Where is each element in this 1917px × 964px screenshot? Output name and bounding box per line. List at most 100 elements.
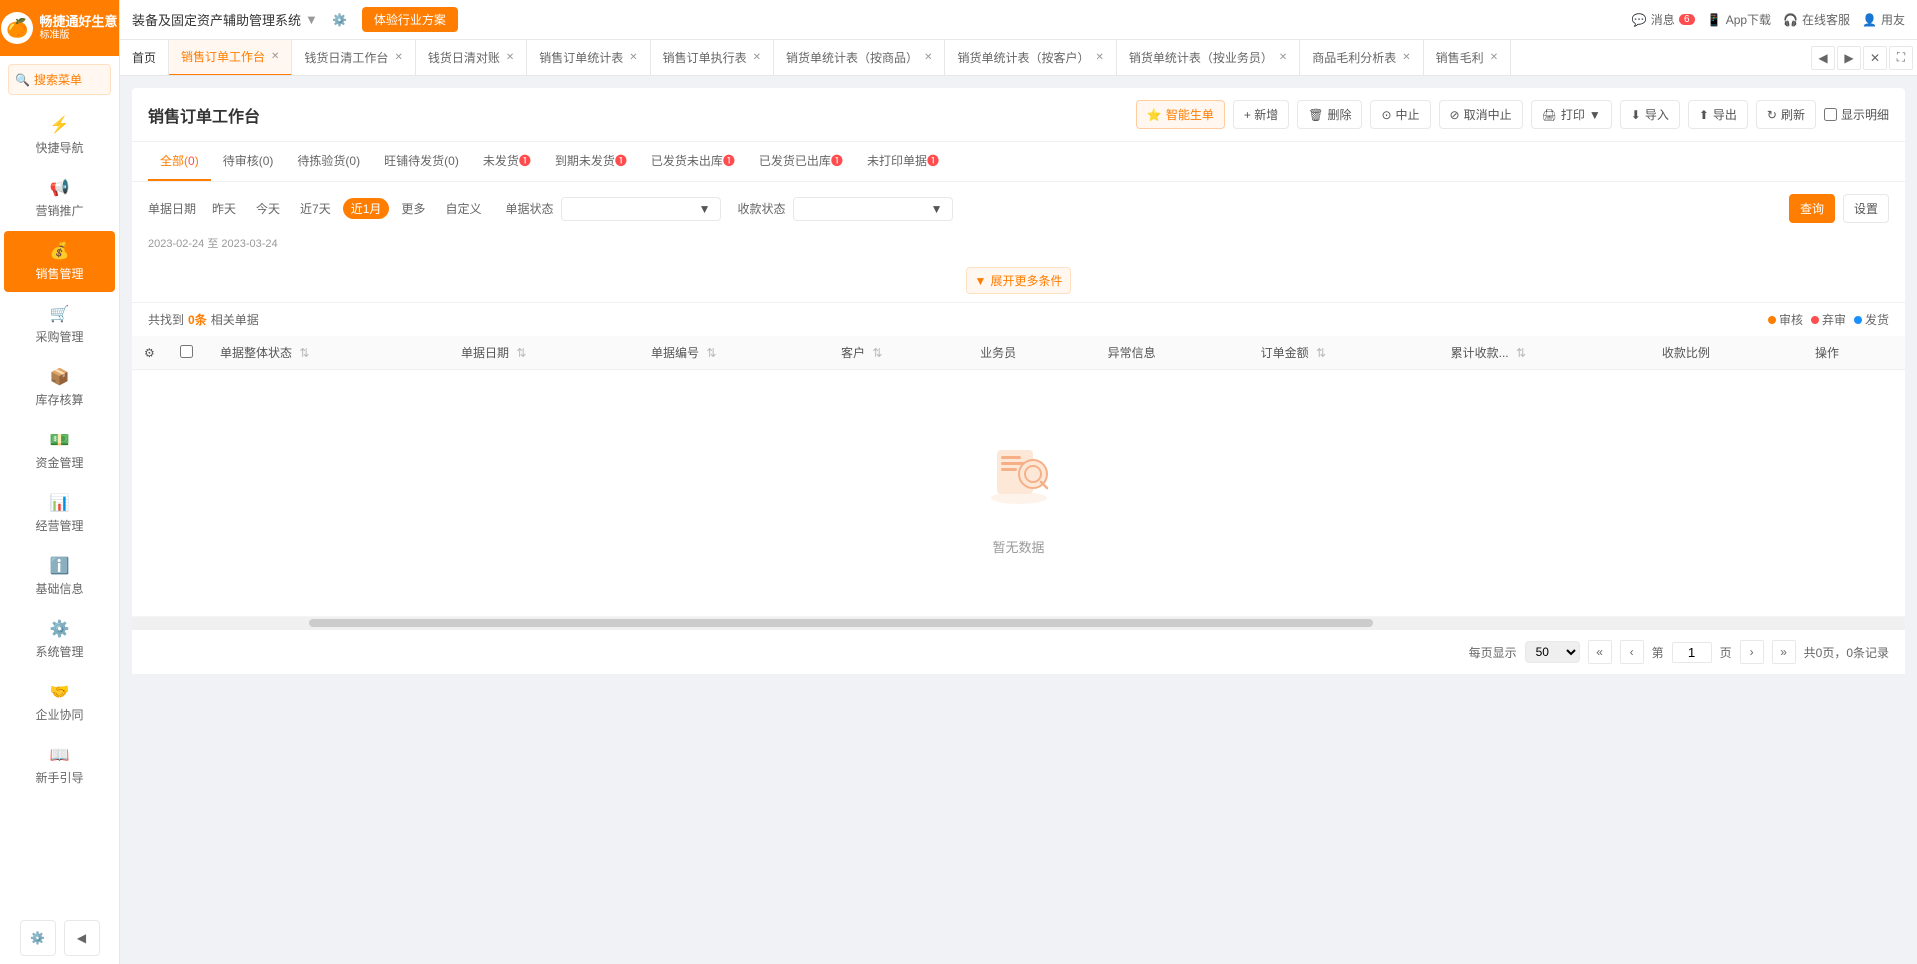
tab-sales-exec[interactable]: 销售订单执行表 ✕: [651, 40, 774, 76]
import-btn[interactable]: ⬇ 导入: [1620, 100, 1680, 129]
cancel-audit-btn[interactable]: 弃审: [1811, 311, 1846, 328]
page-input[interactable]: [1672, 642, 1712, 663]
message-btn[interactable]: 💬 消息 6: [1632, 11, 1695, 28]
tab-close-icon[interactable]: ✕: [506, 52, 514, 63]
col-doc-status[interactable]: 单据整体状态 ⇅: [208, 336, 449, 370]
tab-gross-margin[interactable]: 商品毛利分析表 ✕: [1300, 40, 1423, 76]
scrollbar-thumb[interactable]: [309, 619, 1373, 627]
sidebar-item-sales[interactable]: 💰 销售管理: [4, 231, 115, 292]
date-option-7days[interactable]: 近7天: [292, 198, 339, 219]
tab-close-icon[interactable]: ✕: [271, 51, 279, 62]
export-btn[interactable]: ⬆ 导出: [1688, 100, 1748, 129]
filter-tab-wangpu[interactable]: 旺铺待发货(0): [372, 142, 471, 181]
sidebar-item-shortcut[interactable]: ⚡ 快捷导航: [4, 105, 115, 166]
tab-close-icon[interactable]: ✕: [753, 52, 761, 63]
audit-btn[interactable]: 审核: [1768, 311, 1803, 328]
filter-tab-shipped-out[interactable]: 已发货已出库❶: [747, 142, 855, 181]
first-page-btn[interactable]: «: [1588, 640, 1612, 664]
sidebar-item-enterprise[interactable]: 🤝 企业协同: [4, 672, 115, 733]
date-option-custom[interactable]: 自定义: [437, 198, 489, 219]
sidebar-collapse-btn[interactable]: ◀: [64, 920, 100, 956]
filter-tab-overdue[interactable]: 到期未发货❶: [543, 142, 639, 181]
empty-row: 暂无数据: [132, 370, 1905, 617]
status-select[interactable]: ▼: [561, 197, 721, 221]
filter-tab-pending-audit[interactable]: 待审核(0): [211, 142, 286, 181]
filter-tab-pending-pick[interactable]: 待拣验货(0): [285, 142, 372, 181]
expand-conditions-btn[interactable]: ▼ 展开更多条件: [966, 267, 1072, 294]
sidebar-item-finance[interactable]: 💵 资金管理: [4, 420, 115, 481]
industry-solution-btn[interactable]: 体验行业方案: [362, 7, 458, 32]
tab-close-icon[interactable]: ✕: [1095, 52, 1103, 63]
col-doc-number[interactable]: 单据编号 ⇅: [639, 336, 829, 370]
col-customer[interactable]: 客户 ⇅: [829, 336, 968, 370]
select-all-checkbox[interactable]: [180, 345, 193, 358]
payment-select[interactable]: ▼: [793, 197, 953, 221]
search-menu-button[interactable]: 🔍 搜索菜单: [8, 64, 111, 95]
tab-cash-daily[interactable]: 钱货日清工作台 ✕: [292, 40, 415, 76]
filter-tab-unprinted[interactable]: 未打印单据❶: [855, 142, 951, 181]
next-page-btn[interactable]: ›: [1740, 640, 1764, 664]
new-btn[interactable]: + 新增: [1233, 100, 1289, 129]
tab-close-icon[interactable]: ✕: [1402, 52, 1410, 63]
sidebar-settings-btn[interactable]: ⚙️: [20, 920, 56, 956]
tab-sales-by-customer[interactable]: 销货单统计表（按客户） ✕: [945, 40, 1116, 76]
sidebar-item-management[interactable]: 📊 经营管理: [4, 483, 115, 544]
ship-btn[interactable]: 发货: [1854, 311, 1889, 328]
show-detail-checkbox[interactable]: 显示明细: [1824, 106, 1889, 123]
print-btn[interactable]: 🖨 打印 ▼: [1531, 100, 1612, 129]
col-order-amount[interactable]: 订单金额 ⇅: [1249, 336, 1439, 370]
date-option-today[interactable]: 今天: [248, 198, 288, 219]
tabs-scroll-right-btn[interactable]: ▶: [1837, 46, 1861, 70]
col-checkbox[interactable]: [168, 336, 208, 370]
date-option-more[interactable]: 更多: [393, 198, 433, 219]
tab-sales-margin[interactable]: 销售毛利 ✕: [1424, 40, 1511, 76]
sidebar-item-marketing[interactable]: 📢 营销推广: [4, 168, 115, 229]
date-option-yesterday[interactable]: 昨天: [204, 198, 244, 219]
show-detail-input[interactable]: [1824, 108, 1837, 121]
tab-cash-reconcile[interactable]: 钱货日清对账 ✕: [416, 40, 527, 76]
cancel-stop-btn[interactable]: ⊘ 取消中止: [1439, 100, 1523, 129]
app-download-btn[interactable]: 📱 App下载: [1707, 11, 1771, 28]
topbar-settings-btn[interactable]: ⚙️: [326, 6, 354, 34]
sidebar-item-inventory[interactable]: 📦 库存核算: [4, 357, 115, 418]
tabs-scroll-left-btn[interactable]: ◀: [1811, 46, 1835, 70]
col-cumulative-payment[interactable]: 累计收款... ⇅: [1439, 336, 1650, 370]
tab-sales-by-salesman[interactable]: 销货单统计表（按业务员） ✕: [1117, 40, 1300, 76]
user-menu-btn[interactable]: 👤 用友: [1862, 11, 1905, 28]
tabs-close-btn[interactable]: ✕: [1863, 46, 1887, 70]
horizontal-scrollbar[interactable]: [132, 617, 1905, 629]
filter-tab-shipped-not-out[interactable]: 已发货未出库❶: [639, 142, 747, 181]
col-doc-date[interactable]: 单据日期 ⇅: [449, 336, 639, 370]
delete-btn[interactable]: 🗑 删除: [1297, 100, 1362, 129]
tab-home[interactable]: 首页: [120, 40, 169, 76]
date-option-1month[interactable]: 近1月: [343, 198, 390, 219]
per-page-select[interactable]: 50 100 200: [1525, 641, 1580, 663]
tab-sales-by-product[interactable]: 销货单统计表（按商品） ✕: [774, 40, 945, 76]
stop-btn[interactable]: ⊙ 中止: [1370, 100, 1430, 129]
tab-sales-stats[interactable]: 销售订单统计表 ✕: [527, 40, 650, 76]
tab-label: 销售毛利: [1436, 49, 1484, 66]
tabs-maximize-btn[interactable]: ⛶: [1889, 46, 1913, 70]
tab-close-icon[interactable]: ✕: [1490, 52, 1498, 63]
sidebar-item-guide[interactable]: 📖 新手引导: [4, 735, 115, 796]
filter-settings-btn[interactable]: 设置: [1843, 194, 1889, 223]
last-page-btn[interactable]: »: [1772, 640, 1796, 664]
col-settings[interactable]: ⚙: [132, 336, 168, 370]
tab-close-icon[interactable]: ✕: [1279, 52, 1287, 63]
prev-page-btn[interactable]: ‹: [1620, 640, 1644, 664]
filter-tab-all[interactable]: 全部(0): [148, 142, 211, 181]
tab-close-icon[interactable]: ✕: [394, 52, 402, 63]
sidebar-item-system[interactable]: ⚙️ 系统管理: [4, 609, 115, 670]
query-btn[interactable]: 查询: [1789, 194, 1835, 223]
sidebar-item-base-info[interactable]: ℹ️ 基础信息: [4, 546, 115, 607]
tab-sales-order-workbench[interactable]: 销售订单工作台 ✕: [169, 40, 292, 76]
tab-close-icon[interactable]: ✕: [924, 52, 932, 63]
smart-generate-btn[interactable]: ⭐ 智能生单: [1136, 100, 1225, 129]
sidebar-item-purchase[interactable]: 🛒 采购管理: [4, 294, 115, 355]
col-header-label: 收款比例: [1662, 346, 1710, 360]
filter-tab-unshipped[interactable]: 未发货❶: [471, 142, 543, 181]
tab-close-icon[interactable]: ✕: [629, 52, 637, 63]
online-service-btn[interactable]: 🎧 在线客服: [1783, 11, 1850, 28]
refresh-btn[interactable]: ↻ 刷新: [1756, 100, 1816, 129]
tab-home-label: 首页: [132, 49, 156, 66]
